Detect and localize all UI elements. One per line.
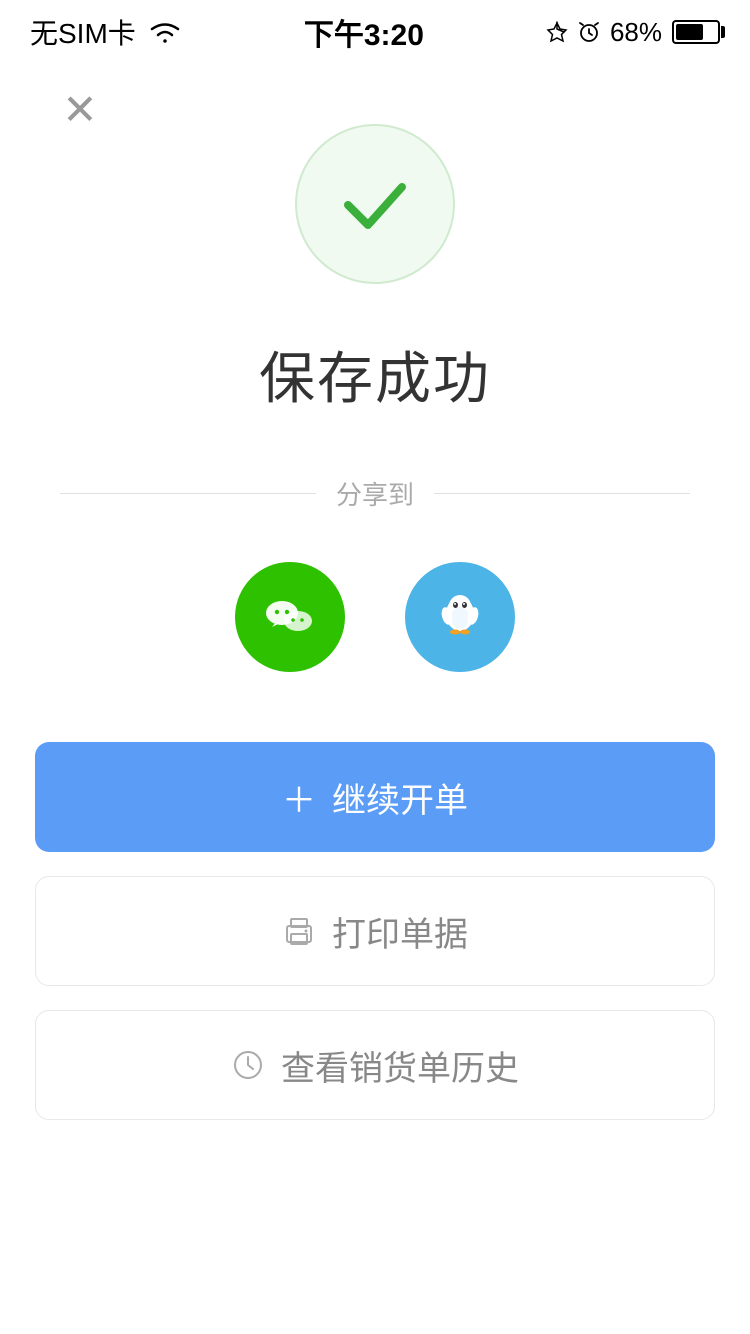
wechat-icon <box>260 587 320 647</box>
battery-icon <box>672 20 720 44</box>
share-wechat-button[interactable] <box>235 562 345 672</box>
close-icon: ✕ <box>62 89 97 131</box>
location-icon <box>546 21 568 43</box>
history-button[interactable]: 查看销货单历史 <box>35 1010 715 1120</box>
checkmark-icon <box>330 159 420 249</box>
print-button[interactable]: 打印单据 <box>35 876 715 986</box>
printer-icon <box>282 914 316 948</box>
share-icons-row <box>235 562 515 672</box>
history-icon <box>231 1048 265 1082</box>
continue-label: 继续开单 <box>332 773 468 822</box>
success-icon-circle <box>295 124 455 284</box>
share-qq-button[interactable] <box>405 562 515 672</box>
divider-line-right <box>434 493 690 494</box>
success-title: 保存成功 <box>259 334 491 415</box>
plus-icon: ＋ <box>282 773 316 822</box>
action-buttons: ＋ 继续开单 打印单据 查看销货单历史 <box>35 742 715 1120</box>
share-label: 分享到 <box>316 475 434 512</box>
main-content: 保存成功 分享到 <box>0 64 750 1120</box>
wifi-icon <box>148 19 182 45</box>
divider-line-left <box>60 493 316 494</box>
status-right: 68% <box>546 17 720 48</box>
status-carrier: 无SIM卡 <box>30 12 182 52</box>
history-label: 查看销货单历史 <box>281 1041 519 1090</box>
close-button[interactable]: ✕ <box>50 80 110 140</box>
status-time: 下午3:20 <box>304 10 424 54</box>
share-divider: 分享到 <box>0 475 750 512</box>
alarm-icon <box>578 21 600 43</box>
continue-button[interactable]: ＋ 继续开单 <box>35 742 715 852</box>
print-label: 打印单据 <box>332 907 468 956</box>
status-bar: 无SIM卡 下午3:20 68% <box>0 0 750 64</box>
qq-icon <box>431 588 489 646</box>
